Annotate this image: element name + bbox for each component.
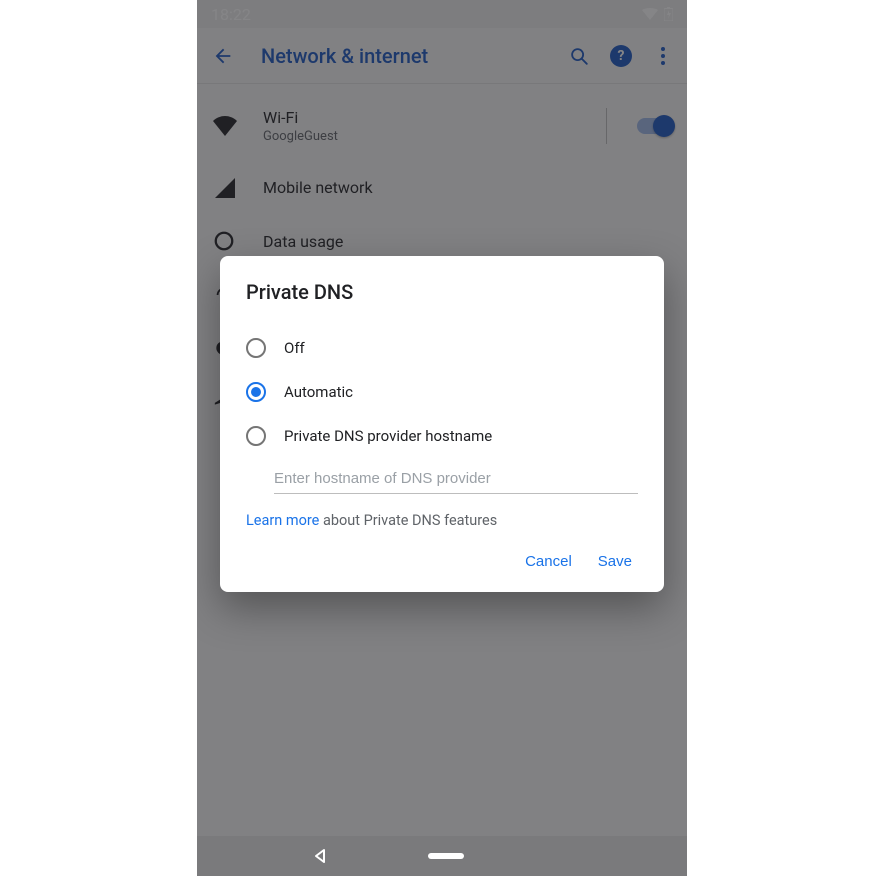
radio-icon: [246, 338, 266, 358]
radio-option-off[interactable]: Off: [246, 326, 638, 370]
radio-icon: [246, 426, 266, 446]
radio-label-automatic: Automatic: [284, 383, 353, 401]
dialog-title: Private DNS: [246, 280, 638, 304]
dns-hostname-input[interactable]: [274, 464, 638, 494]
learn-more-text: about Private DNS features: [319, 512, 497, 529]
radio-icon-selected: [246, 382, 266, 402]
radio-label-off: Off: [284, 339, 305, 357]
cancel-button[interactable]: Cancel: [525, 553, 572, 570]
nav-home-pill[interactable]: [428, 853, 464, 859]
system-nav-bar: [197, 836, 687, 876]
radio-label-provider: Private DNS provider hostname: [284, 427, 492, 445]
radio-option-automatic[interactable]: Automatic: [246, 370, 638, 414]
radio-option-provider[interactable]: Private DNS provider hostname: [246, 414, 638, 458]
phone-frame: 18:22 Network & internet ?: [197, 0, 687, 876]
learn-more-link[interactable]: Learn more: [246, 512, 319, 529]
nav-back-icon[interactable]: [308, 844, 332, 868]
save-button[interactable]: Save: [598, 553, 632, 570]
private-dns-dialog: Private DNS Off Automatic Private DNS pr…: [220, 256, 664, 592]
learn-more-line: Learn more about Private DNS features: [246, 512, 638, 529]
